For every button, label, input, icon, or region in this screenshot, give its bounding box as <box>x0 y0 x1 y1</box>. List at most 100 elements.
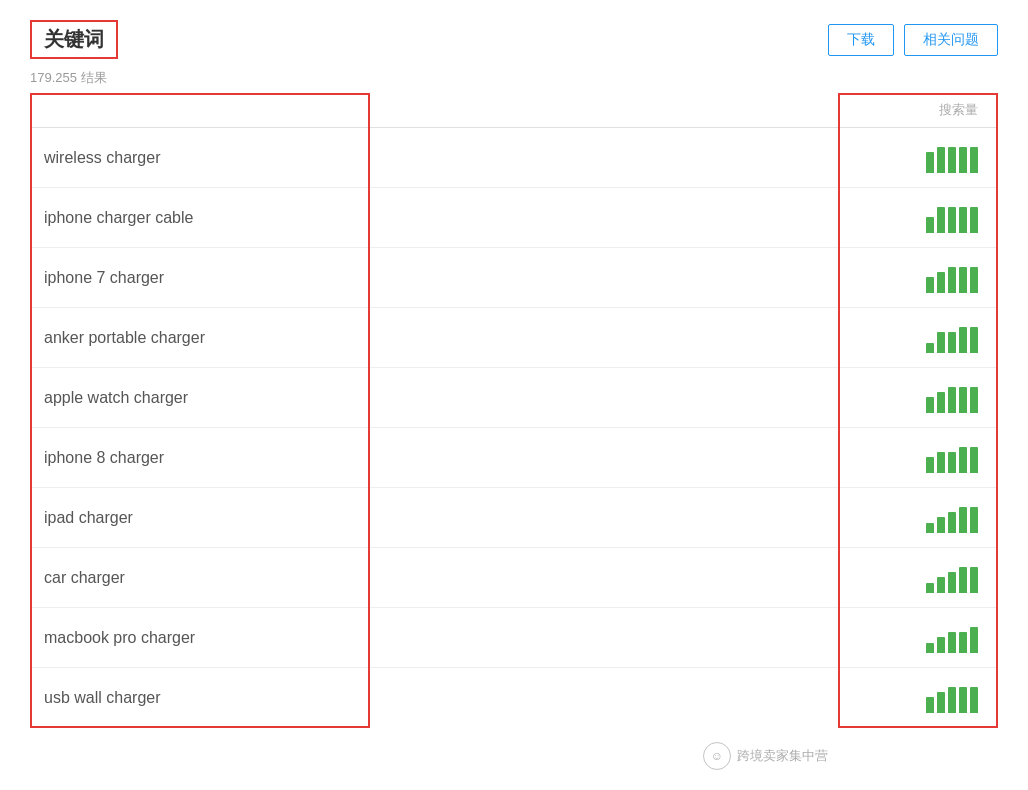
table-row[interactable]: ipad charger <box>30 488 998 548</box>
search-vol-cell <box>838 143 998 173</box>
bar <box>970 207 978 233</box>
bar <box>948 452 956 473</box>
search-vol-cell <box>838 503 998 533</box>
bar <box>948 632 956 653</box>
search-vol-cell <box>838 683 998 713</box>
bar <box>948 267 956 293</box>
keyword-cell: iphone 8 charger <box>30 431 370 485</box>
table-row[interactable]: macbook pro charger <box>30 608 998 668</box>
table-row[interactable]: iphone 7 charger <box>30 248 998 308</box>
bar <box>948 572 956 593</box>
bar <box>970 627 978 653</box>
data-rows: wireless charger iphone charger cable ipho… <box>30 128 998 728</box>
bar <box>959 507 967 533</box>
search-vol-cell <box>838 383 998 413</box>
bar <box>937 577 945 593</box>
bar <box>937 692 945 713</box>
bar <box>926 457 934 473</box>
bar <box>948 687 956 713</box>
keyword-cell: wireless charger <box>30 131 370 185</box>
bar <box>959 207 967 233</box>
bar <box>926 152 934 173</box>
bar <box>959 327 967 353</box>
bar <box>959 687 967 713</box>
header-buttons: 下载 相关问题 <box>828 24 998 56</box>
bar <box>937 272 945 293</box>
bar <box>959 447 967 473</box>
search-vol-cell <box>838 323 998 353</box>
table-row[interactable]: anker portable charger <box>30 308 998 368</box>
bar <box>970 387 978 413</box>
bar-group <box>926 503 978 533</box>
bar <box>970 447 978 473</box>
result-count: 179.255 结果 <box>30 69 998 87</box>
keyword-cell: macbook pro charger <box>30 611 370 665</box>
bar <box>959 567 967 593</box>
keyword-cell: car charger <box>30 551 370 605</box>
search-vol-cell <box>838 263 998 293</box>
bar-group <box>926 383 978 413</box>
bar <box>970 327 978 353</box>
bar <box>937 332 945 353</box>
bar <box>970 147 978 173</box>
bar-group <box>926 563 978 593</box>
bar-group <box>926 443 978 473</box>
bar <box>926 643 934 653</box>
bar-group <box>926 323 978 353</box>
bar <box>937 207 945 233</box>
keyword-cell: ipad charger <box>30 491 370 545</box>
bar <box>937 392 945 413</box>
keyword-cell: iphone 7 charger <box>30 251 370 305</box>
table-row[interactable]: apple watch charger <box>30 368 998 428</box>
bar <box>948 512 956 533</box>
bar <box>937 147 945 173</box>
bar <box>926 583 934 593</box>
keyword-cell: usb wall charger <box>30 671 370 725</box>
bar-group <box>926 203 978 233</box>
search-vol-cell <box>838 203 998 233</box>
watermark-text: 跨境卖家集中营 <box>737 747 828 765</box>
table-row[interactable]: wireless charger <box>30 128 998 188</box>
bar <box>926 277 934 293</box>
bar <box>948 147 956 173</box>
related-questions-button[interactable]: 相关问题 <box>904 24 998 56</box>
page-title: 关键词 <box>30 20 118 59</box>
bar <box>948 207 956 233</box>
table-row[interactable]: usb wall charger <box>30 668 998 728</box>
bar-group <box>926 143 978 173</box>
bar <box>959 147 967 173</box>
bar-group <box>926 263 978 293</box>
watermark-icon: ☺ <box>703 742 731 770</box>
bar <box>937 452 945 473</box>
bar <box>937 637 945 653</box>
search-vol-cell <box>838 623 998 653</box>
bar <box>970 507 978 533</box>
table-row[interactable]: car charger <box>30 548 998 608</box>
keyword-cell: iphone charger cable <box>30 191 370 245</box>
bar <box>948 332 956 353</box>
watermark: ☺ 跨境卖家集中营 <box>703 742 828 770</box>
bar <box>948 387 956 413</box>
keyword-cell: apple watch charger <box>30 371 370 425</box>
table-row[interactable]: iphone charger cable <box>30 188 998 248</box>
bar <box>937 517 945 533</box>
search-vol-cell <box>838 443 998 473</box>
col-header-search-vol: 搜索量 <box>838 101 998 119</box>
bar <box>926 343 934 353</box>
table-header-row: 搜索量 <box>30 93 998 128</box>
header: 关键词 下载 相关问题 <box>30 20 998 59</box>
bar-group <box>926 683 978 713</box>
bar-group <box>926 623 978 653</box>
bar <box>970 267 978 293</box>
bar <box>970 687 978 713</box>
bar <box>959 267 967 293</box>
bar <box>970 567 978 593</box>
bar <box>926 523 934 533</box>
table-wrapper: 搜索量 wireless charger iphone charger cable… <box>30 93 998 728</box>
search-vol-cell <box>838 563 998 593</box>
bar <box>926 697 934 713</box>
table-row[interactable]: iphone 8 charger <box>30 428 998 488</box>
download-button[interactable]: 下载 <box>828 24 894 56</box>
bar <box>959 632 967 653</box>
bar <box>926 397 934 413</box>
